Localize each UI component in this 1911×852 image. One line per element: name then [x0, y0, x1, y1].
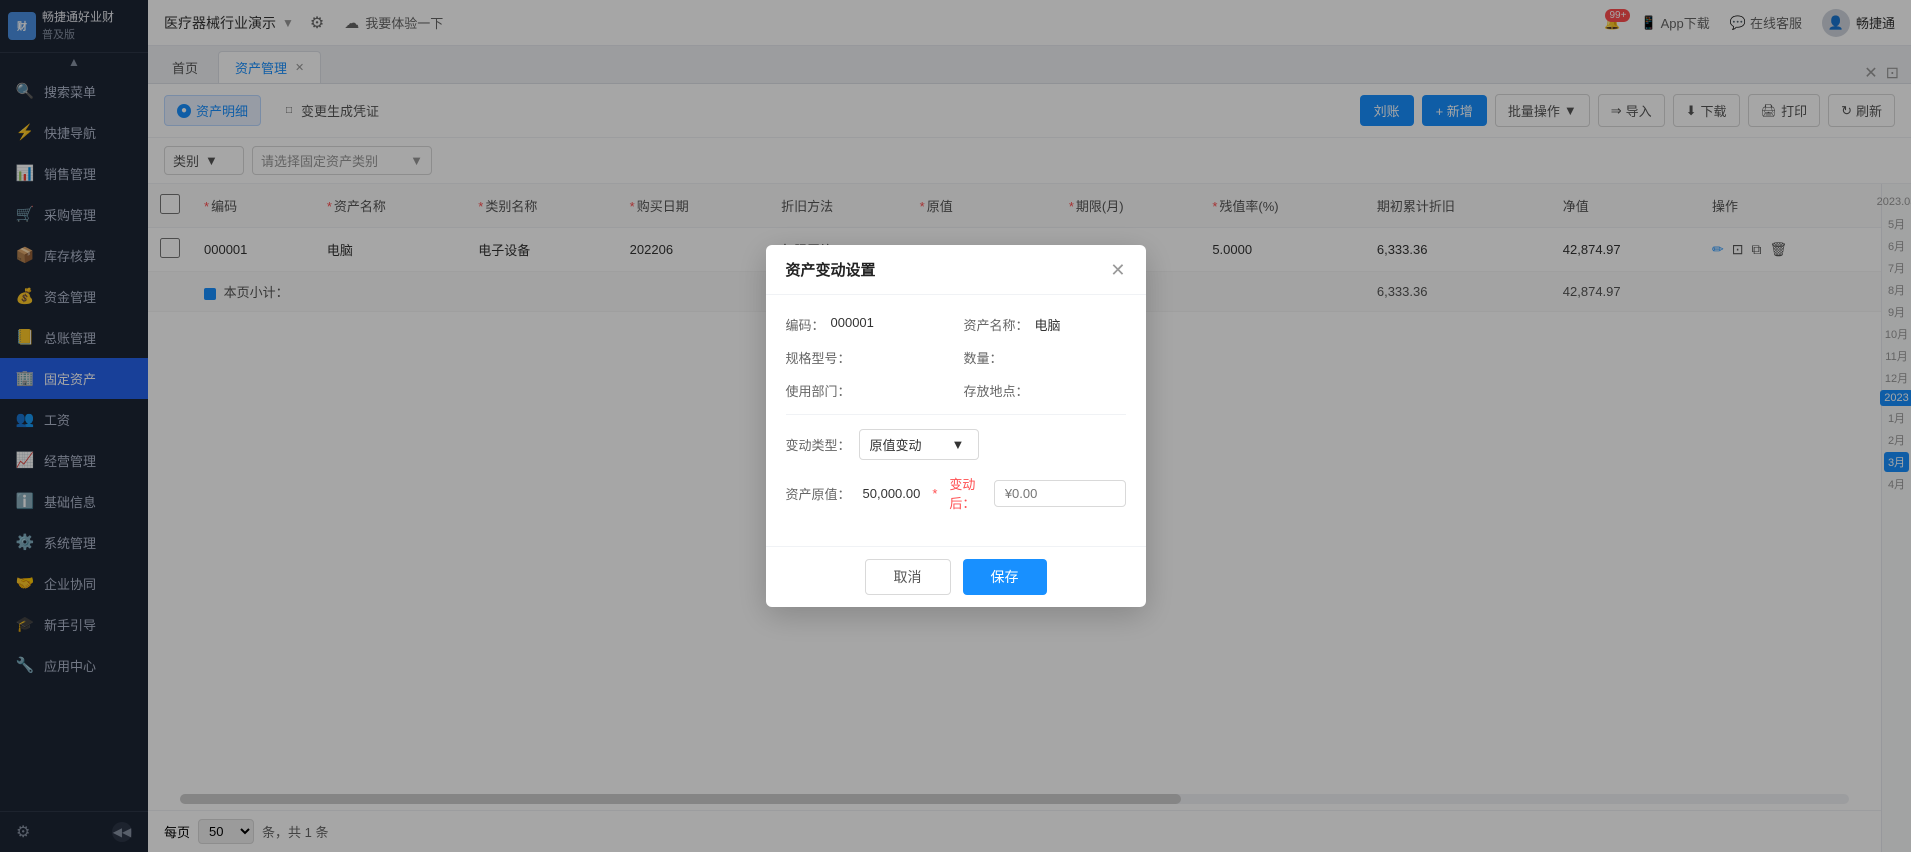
modal-code-label: 编码： — [786, 315, 825, 334]
modal-location-label: 存放地点： — [964, 381, 1029, 400]
modal-code-field: 编码： 000001 — [786, 315, 948, 334]
modal-asset-name-label: 资产名称： — [964, 315, 1029, 334]
modal-after-input[interactable] — [994, 480, 1126, 507]
modal-amount-row: 资产原值： 50,000.00 * 变动后： — [786, 474, 1126, 512]
modal-header: 资产变动设置 ✕ — [766, 245, 1146, 295]
modal-code-value: 000001 — [831, 315, 874, 334]
modal-asset-name-value: 电脑 — [1035, 315, 1061, 334]
modal-dept-label: 使用部门： — [786, 381, 851, 400]
modal-spec-label: 规格型号： — [786, 348, 851, 367]
modal-asset-name-field: 资产名称： 电脑 — [964, 315, 1126, 334]
modal-change-type-label: 变动类型： — [786, 435, 851, 454]
modal-change-type-arrow: ▼ — [952, 437, 965, 452]
modal-body: 编码： 000001 资产名称： 电脑 规格型号： 数量： — [766, 295, 1146, 546]
modal-title: 资产变动设置 — [786, 259, 876, 280]
modal-quantity-field: 数量： — [964, 348, 1126, 367]
modal-after-text-label: 变动后： — [949, 474, 981, 512]
modal-change-type-row: 变动类型： 原值变动 ▼ — [786, 429, 1126, 460]
modal-dept-field: 使用部门： — [786, 381, 948, 400]
modal-asset-value-label: 资产原值： — [786, 484, 851, 503]
modal-cancel-btn[interactable]: 取消 — [865, 559, 951, 595]
modal-change-type-value: 原值变动 — [870, 435, 922, 454]
modal-row-2: 规格型号： 数量： — [786, 348, 1126, 367]
modal-row-3: 使用部门： 存放地点： — [786, 381, 1126, 400]
modal-quantity-label: 数量： — [964, 348, 1003, 367]
modal-after-label: * — [932, 486, 937, 501]
modal-overlay: 资产变动设置 ✕ 编码： 000001 资产名称： 电脑 规格型号： — [0, 0, 1911, 852]
modal-save-btn[interactable]: 保存 — [963, 559, 1047, 595]
modal-change-type-select[interactable]: 原值变动 ▼ — [859, 429, 979, 460]
modal-row-1: 编码： 000001 资产名称： 电脑 — [786, 315, 1126, 334]
modal-footer: 取消 保存 — [766, 546, 1146, 607]
modal-asset-value: 50,000.00 — [863, 486, 921, 501]
modal-divider — [786, 414, 1126, 415]
modal-spec-field: 规格型号： — [786, 348, 948, 367]
modal-location-field: 存放地点： — [964, 381, 1126, 400]
asset-change-modal: 资产变动设置 ✕ 编码： 000001 资产名称： 电脑 规格型号： — [766, 245, 1146, 607]
modal-close-btn[interactable]: ✕ — [1110, 261, 1125, 279]
